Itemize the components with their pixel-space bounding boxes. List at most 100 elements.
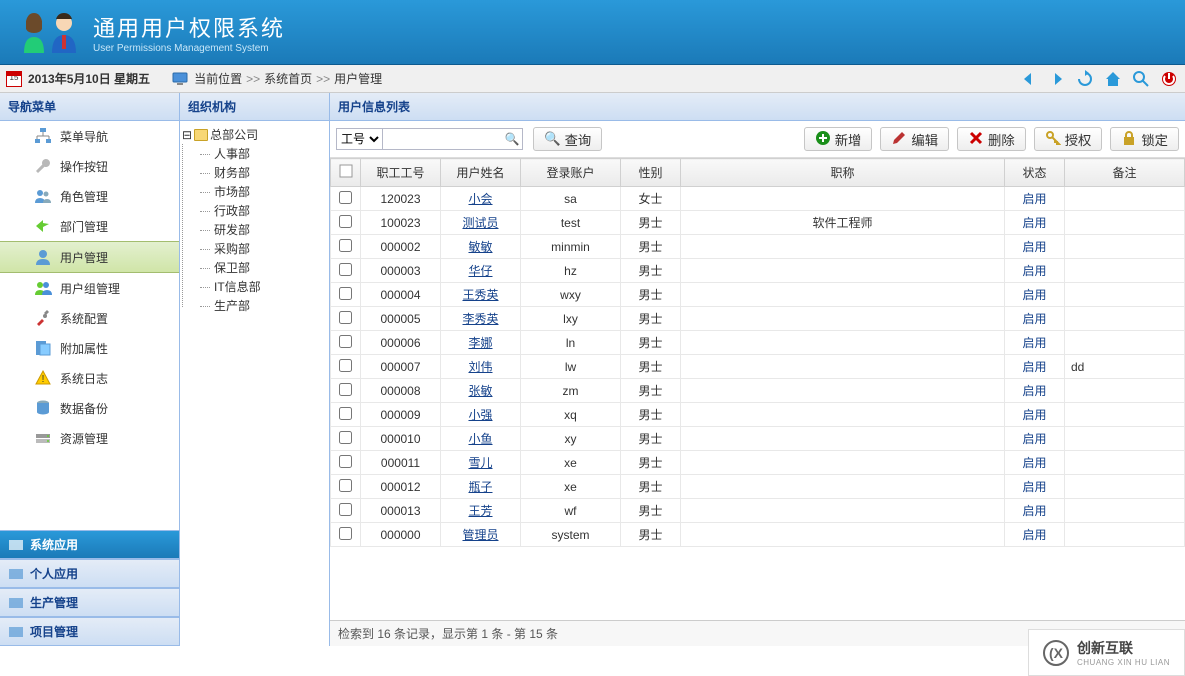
home-icon[interactable] — [1103, 69, 1123, 89]
row-checkbox[interactable] — [339, 503, 352, 516]
cell-state[interactable]: 启用 — [1022, 216, 1046, 230]
tree-leaf[interactable]: 财务部 — [200, 163, 327, 182]
table-row[interactable]: 000004 王秀英 wxy 男士 启用 — [331, 283, 1185, 307]
cell-name-link[interactable]: 小鱼 — [468, 432, 492, 446]
cell-name-link[interactable]: 李秀英 — [462, 312, 498, 326]
cell-state[interactable]: 启用 — [1022, 288, 1046, 302]
cell-state[interactable]: 启用 — [1022, 384, 1046, 398]
table-row[interactable]: 000012 瓶子 xe 男士 启用 — [331, 475, 1185, 499]
magnifier-icon[interactable]: 🔍 — [502, 129, 522, 149]
cell-name-link[interactable]: 测试员 — [462, 216, 498, 230]
cell-name-link[interactable]: 华仔 — [468, 264, 492, 278]
tree-leaf[interactable]: 人事部 — [200, 144, 327, 163]
tree-leaf[interactable]: 市场部 — [200, 182, 327, 201]
tree-leaf[interactable]: 研发部 — [200, 220, 327, 239]
filter-input[interactable] — [382, 129, 502, 149]
cell-name-link[interactable]: 王芳 — [468, 504, 492, 518]
search-icon[interactable] — [1131, 69, 1151, 89]
cell-state[interactable]: 启用 — [1022, 528, 1046, 542]
cell-state[interactable]: 启用 — [1022, 360, 1046, 374]
cell-name-link[interactable]: 王秀英 — [462, 288, 498, 302]
table-row[interactable]: 000013 王芳 wf 男士 启用 — [331, 499, 1185, 523]
row-checkbox[interactable] — [339, 215, 352, 228]
column-header[interactable]: 职工工号 — [361, 159, 441, 187]
table-row[interactable]: 000002 敏敏 minmin 男士 启用 — [331, 235, 1185, 259]
cell-name-link[interactable]: 瓶子 — [468, 480, 492, 494]
cell-state[interactable]: 启用 — [1022, 456, 1046, 470]
row-checkbox[interactable] — [339, 527, 352, 540]
table-row[interactable]: 120023 小会 sa 女士 启用 — [331, 187, 1185, 211]
nav-section[interactable]: 系统应用 — [0, 530, 179, 559]
x-button[interactable]: 删除 — [957, 127, 1026, 151]
plus-button[interactable]: 新增 — [804, 127, 873, 151]
key-button[interactable]: 授权 — [1034, 127, 1103, 151]
forward-icon[interactable] — [1047, 69, 1067, 89]
column-header[interactable]: 状态 — [1005, 159, 1065, 187]
tree-leaf[interactable]: 保卫部 — [200, 258, 327, 277]
cell-name-link[interactable]: 敏敏 — [468, 240, 492, 254]
column-header[interactable]: 用户姓名 — [441, 159, 521, 187]
cell-state[interactable]: 启用 — [1022, 336, 1046, 350]
row-checkbox[interactable] — [339, 455, 352, 468]
filter-combo[interactable]: 工号 🔍 — [336, 128, 523, 150]
column-header[interactable]: 登录账户 — [521, 159, 621, 187]
cell-name-link[interactable]: 刘伟 — [468, 360, 492, 374]
filter-field-select[interactable]: 工号 — [337, 129, 382, 149]
sidebar-item-attr[interactable]: 附加属性 — [0, 333, 179, 363]
tree-toggle-icon[interactable]: ⊟ — [182, 128, 192, 142]
table-row[interactable]: 000010 小鱼 xy 男士 启用 — [331, 427, 1185, 451]
cell-name-link[interactable]: 张敏 — [468, 384, 492, 398]
cell-state[interactable]: 启用 — [1022, 504, 1046, 518]
row-checkbox[interactable] — [339, 407, 352, 420]
tree-leaf[interactable]: IT信息部 — [200, 277, 327, 296]
sidebar-item-tools[interactable]: 系统配置 — [0, 303, 179, 333]
table-row[interactable]: 000006 李娜 ln 男士 启用 — [331, 331, 1185, 355]
table-row[interactable]: 100023 测试员 test 男士 软件工程师 启用 — [331, 211, 1185, 235]
back-icon[interactable] — [1019, 69, 1039, 89]
sidebar-item-sitemap[interactable]: 菜单导航 — [0, 121, 179, 151]
table-row[interactable]: 000011 雪儿 xe 男士 启用 — [331, 451, 1185, 475]
cell-name-link[interactable]: 雪儿 — [468, 456, 492, 470]
row-checkbox[interactable] — [339, 479, 352, 492]
sidebar-item-user[interactable]: 用户管理 — [0, 241, 179, 273]
column-header[interactable]: 职称 — [681, 159, 1005, 187]
row-checkbox[interactable] — [339, 287, 352, 300]
nav-section[interactable]: 生产管理 — [0, 588, 179, 617]
tree-leaf[interactable]: 行政部 — [200, 201, 327, 220]
sidebar-item-warn[interactable]: !系统日志 — [0, 363, 179, 393]
row-checkbox[interactable] — [339, 383, 352, 396]
row-checkbox[interactable] — [339, 431, 352, 444]
table-row[interactable]: 000007 刘伟 lw 男士 启用 dd — [331, 355, 1185, 379]
sidebar-item-users[interactable]: 角色管理 — [0, 181, 179, 211]
breadcrumb-item[interactable]: 系统首页 — [264, 70, 312, 87]
tree-leaf[interactable]: 采购部 — [200, 239, 327, 258]
table-row[interactable]: 000009 小强 xq 男士 启用 — [331, 403, 1185, 427]
power-icon[interactable] — [1159, 69, 1179, 89]
tree-root[interactable]: ⊟ 总部公司 — [182, 125, 327, 144]
column-header[interactable] — [331, 159, 361, 187]
refresh-icon[interactable] — [1075, 69, 1095, 89]
cell-state[interactable]: 启用 — [1022, 408, 1046, 422]
row-checkbox[interactable] — [339, 311, 352, 324]
search-button[interactable]: 🔍 查询 — [533, 127, 602, 151]
table-row[interactable]: 000003 华仔 hz 男士 启用 — [331, 259, 1185, 283]
sidebar-item-dept[interactable]: 部门管理 — [0, 211, 179, 241]
sidebar-item-db[interactable]: 数据备份 — [0, 393, 179, 423]
sidebar-item-disk[interactable]: 资源管理 — [0, 423, 179, 453]
sidebar-item-wrench[interactable]: 操作按钮 — [0, 151, 179, 181]
row-checkbox[interactable] — [339, 191, 352, 204]
nav-section[interactable]: 个人应用 — [0, 559, 179, 588]
cell-state[interactable]: 启用 — [1022, 312, 1046, 326]
table-row[interactable]: 000008 张敏 zm 男士 启用 — [331, 379, 1185, 403]
cell-state[interactable]: 启用 — [1022, 192, 1046, 206]
tree-leaf[interactable]: 生产部 — [200, 296, 327, 315]
pencil-button[interactable]: 编辑 — [880, 127, 949, 151]
row-checkbox[interactable] — [339, 335, 352, 348]
nav-section[interactable]: 项目管理 — [0, 617, 179, 646]
cell-name-link[interactable]: 管理员 — [462, 528, 498, 542]
cell-state[interactable]: 启用 — [1022, 240, 1046, 254]
row-checkbox[interactable] — [339, 359, 352, 372]
cell-state[interactable]: 启用 — [1022, 432, 1046, 446]
sidebar-item-usergroup[interactable]: 用户组管理 — [0, 273, 179, 303]
table-row[interactable]: 000000 管理员 system 男士 启用 — [331, 523, 1185, 547]
